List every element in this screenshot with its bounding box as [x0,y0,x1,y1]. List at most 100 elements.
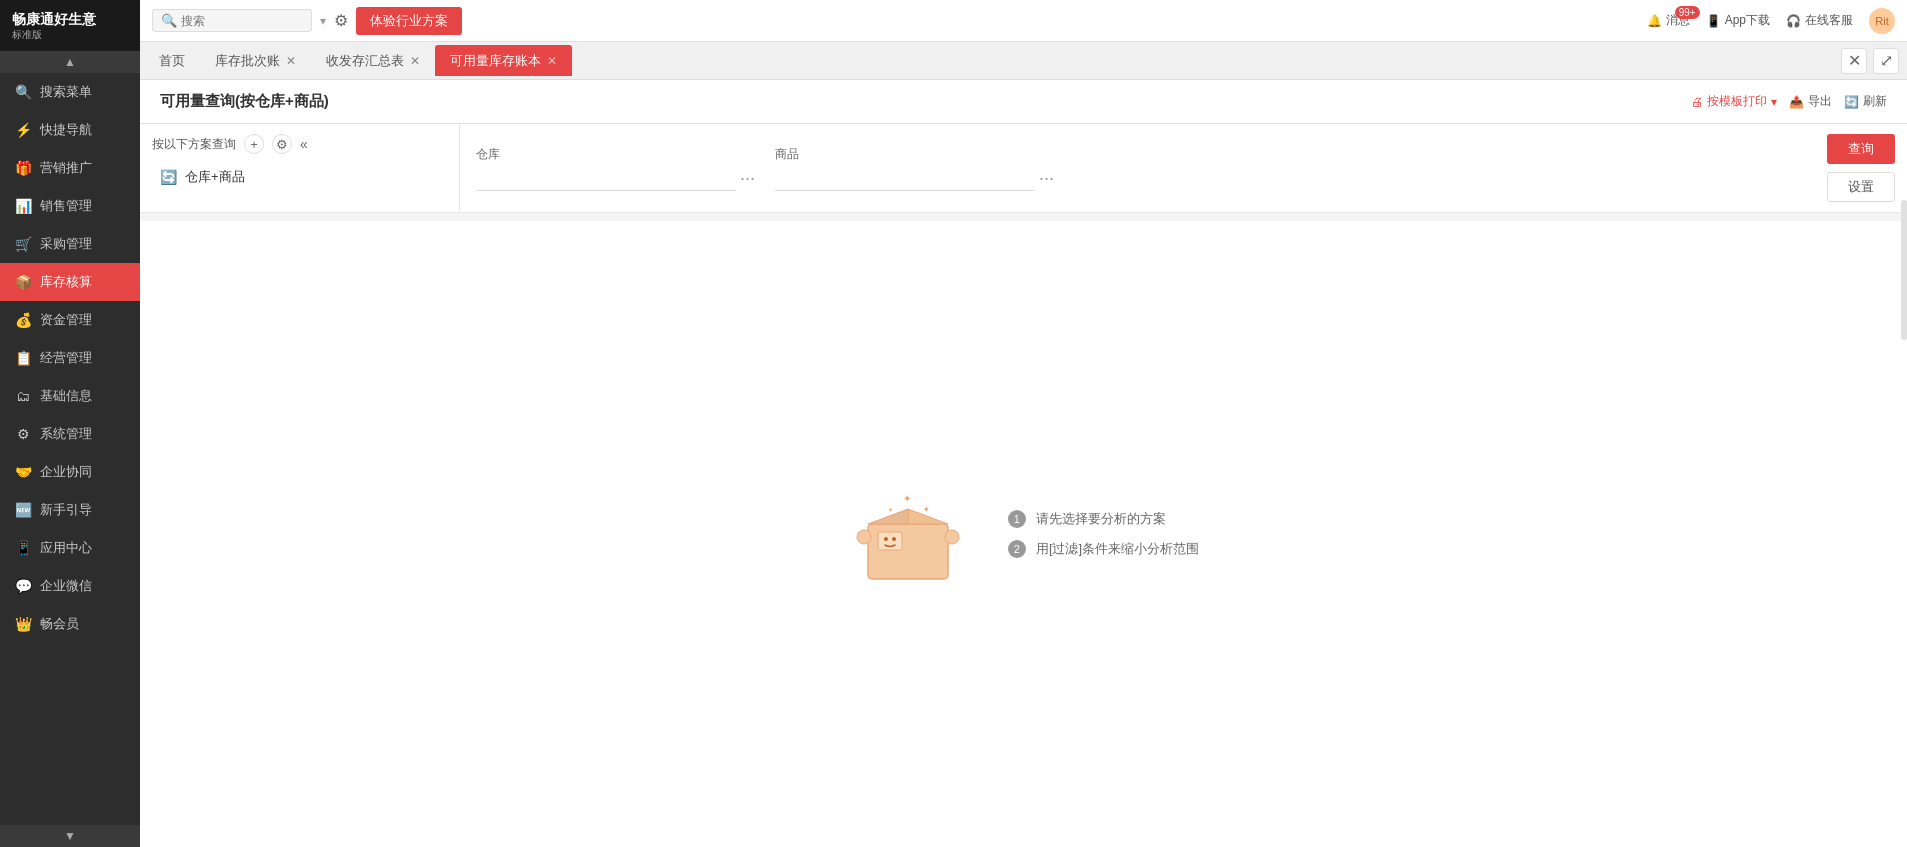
sidebar-item-member[interactable]: 👑 畅会员 [0,605,140,643]
sidebar-item-shortcut[interactable]: ⚡ 快捷导航 [0,111,140,149]
sidebar-nav: 🔍 搜索菜单 ⚡ 快捷导航 🎁 营销推广 📊 销售管理 🛒 采购管理 📦 库存核… [0,73,140,825]
sidebar-item-operations[interactable]: 📋 经营管理 [0,339,140,377]
dropdown-chevron-icon[interactable]: ▾ [320,14,326,28]
filter-scheme-header: 按以下方案查询 + ⚙ « [152,134,447,154]
tab-inventory-batch[interactable]: 库存批次账 ✕ [200,45,311,76]
scheme-item-warehouse-product[interactable]: 🔄 仓库+商品 [152,162,447,192]
tab-close-icon[interactable]: ✕ [547,54,557,68]
settings-icon[interactable]: ⚙ [334,11,348,30]
scheme-setting-button[interactable]: ⚙ [272,134,292,154]
sidebar-scroll-up[interactable]: ▲ [0,51,140,73]
empty-tip-2: 2 用[过滤]条件来缩小分析范围 [1008,540,1199,558]
sidebar-item-label: 经营管理 [40,349,92,367]
trial-button[interactable]: 体验行业方案 [356,7,462,35]
filter-buttons: 查询 设置 [1815,124,1907,212]
sidebar-item-search[interactable]: 🔍 搜索菜单 [0,73,140,111]
query-button[interactable]: 查询 [1827,134,1895,164]
tab-home[interactable]: 首页 [144,45,200,76]
sidebar-item-inventory[interactable]: 📦 库存核算 [0,263,140,301]
cart-icon: 🛒 [14,236,32,252]
sidebar-item-wecom[interactable]: 💬 企业微信 [0,567,140,605]
app-download-button[interactable]: 📱 App下载 [1706,12,1770,29]
scheme-add-button[interactable]: + [244,134,264,154]
product-filter-input[interactable] [775,167,1035,191]
logo-sub: 标准版 [12,28,128,41]
sidebar-item-label: 库存核算 [40,273,92,291]
sidebar-item-system[interactable]: ⚙ 系统管理 [0,415,140,453]
bell-icon: 🔔 [1647,14,1662,28]
sidebar-item-sales[interactable]: 📊 销售管理 [0,187,140,225]
gift-icon: 🎁 [14,160,32,176]
new-icon: 🆕 [14,502,32,518]
print-button[interactable]: 🖨 按模板打印 ▾ [1691,93,1777,110]
message-button[interactable]: 🔔 消息 99+ [1647,12,1690,29]
avatar: Rit [1869,8,1895,34]
message-badge: 99+ [1675,6,1700,19]
sidebar-item-marketing[interactable]: 🎁 营销推广 [0,149,140,187]
product-more-button[interactable]: ··· [1039,168,1054,189]
logo-title: 畅康通好生意 [12,10,128,28]
box-icon: 📦 [14,274,32,290]
export-icon: 📤 [1789,95,1804,109]
top-bar-right: 🔔 消息 99+ 📱 App下载 🎧 在线客服 Rit [1647,8,1895,34]
tab-available-ledger-label: 可用量库存账本 [450,52,541,70]
sidebar-item-label: 应用中心 [40,539,92,557]
sidebar-item-basic[interactable]: 🗂 基础信息 [0,377,140,415]
sidebar-item-label: 基础信息 [40,387,92,405]
svg-point-6 [857,530,871,544]
refresh-icon: 🔄 [1844,95,1859,109]
tip-number-1: 1 [1008,510,1026,528]
tab-bar-controls: ✕ ⤢ [1841,48,1899,74]
warehouse-filter-input[interactable] [476,167,736,191]
filter-settings-button[interactable]: 设置 [1827,172,1895,202]
search-icon: 🔍 [14,84,32,100]
sidebar-item-appcenter[interactable]: 📱 应用中心 [0,529,140,567]
refresh-label: 刷新 [1863,93,1887,110]
search-icon: 🔍 [161,13,177,28]
main-area: 🔍 ▾ ⚙ 体验行业方案 🔔 消息 99+ 📱 App下载 🎧 在线客服 R [140,0,1907,847]
svg-rect-3 [878,532,902,550]
warehouse-filter-field: 仓库 ··· [476,146,755,191]
svg-point-7 [945,530,959,544]
chart-icon: 📊 [14,198,32,214]
print-label: 按模板打印 [1707,93,1767,110]
expand-button[interactable]: ⤢ [1873,48,1899,74]
sidebar-item-enterprise[interactable]: 🤝 企业协同 [0,453,140,491]
tab-available-ledger[interactable]: 可用量库存账本 ✕ [435,45,572,76]
money-icon: 💰 [14,312,32,328]
clipboard-icon: 📋 [14,350,32,366]
print-icon: 🖨 [1691,95,1703,109]
sidebar-item-label: 新手引导 [40,501,92,519]
tab-close-icon[interactable]: ✕ [286,54,296,68]
sidebar: 畅康通好生意 标准版 ▲ 🔍 搜索菜单 ⚡ 快捷导航 🎁 营销推广 📊 销售管理… [0,0,140,847]
export-button[interactable]: 📤 导出 [1789,93,1832,110]
handshake-icon: 🤝 [14,464,32,480]
sidebar-item-finance[interactable]: 💰 资金管理 [0,301,140,339]
empty-illustration: ✦ ✦ ✦ [848,474,968,594]
sidebar-item-label: 采购管理 [40,235,92,253]
scheme-collapse-button[interactable]: « [300,136,308,152]
sidebar-item-label: 企业协同 [40,463,92,481]
close-tab-button[interactable]: ✕ [1841,48,1867,74]
user-menu[interactable]: Rit [1869,8,1895,34]
tab-collection-summary[interactable]: 收发存汇总表 ✕ [311,45,435,76]
sidebar-item-label: 销售管理 [40,197,92,215]
svg-text:✦: ✦ [888,507,893,513]
warehouse-more-button[interactable]: ··· [740,168,755,189]
sidebar-item-newguide[interactable]: 🆕 新手引导 [0,491,140,529]
empty-tips: 1 请先选择要分析的方案 2 用[过滤]条件来缩小分析范围 [1008,510,1199,558]
online-service-button[interactable]: 🎧 在线客服 [1786,12,1853,29]
product-filter-label: 商品 [775,146,1054,163]
sidebar-scroll-down[interactable]: ▼ [0,825,140,847]
sidebar-item-label: 营销推广 [40,159,92,177]
tip-number-2: 2 [1008,540,1026,558]
sidebar-item-purchase[interactable]: 🛒 采购管理 [0,225,140,263]
page-header-actions: 🖨 按模板打印 ▾ 📤 导出 🔄 刷新 [1691,93,1887,110]
search-input[interactable] [181,14,281,28]
refresh-button[interactable]: 🔄 刷新 [1844,93,1887,110]
scrollbar-hint [1901,200,1907,340]
print-dropdown-icon[interactable]: ▾ [1771,95,1777,109]
search-box[interactable]: 🔍 [152,9,312,32]
sidebar-item-label: 搜索菜单 [40,83,92,101]
tab-close-icon[interactable]: ✕ [410,54,420,68]
